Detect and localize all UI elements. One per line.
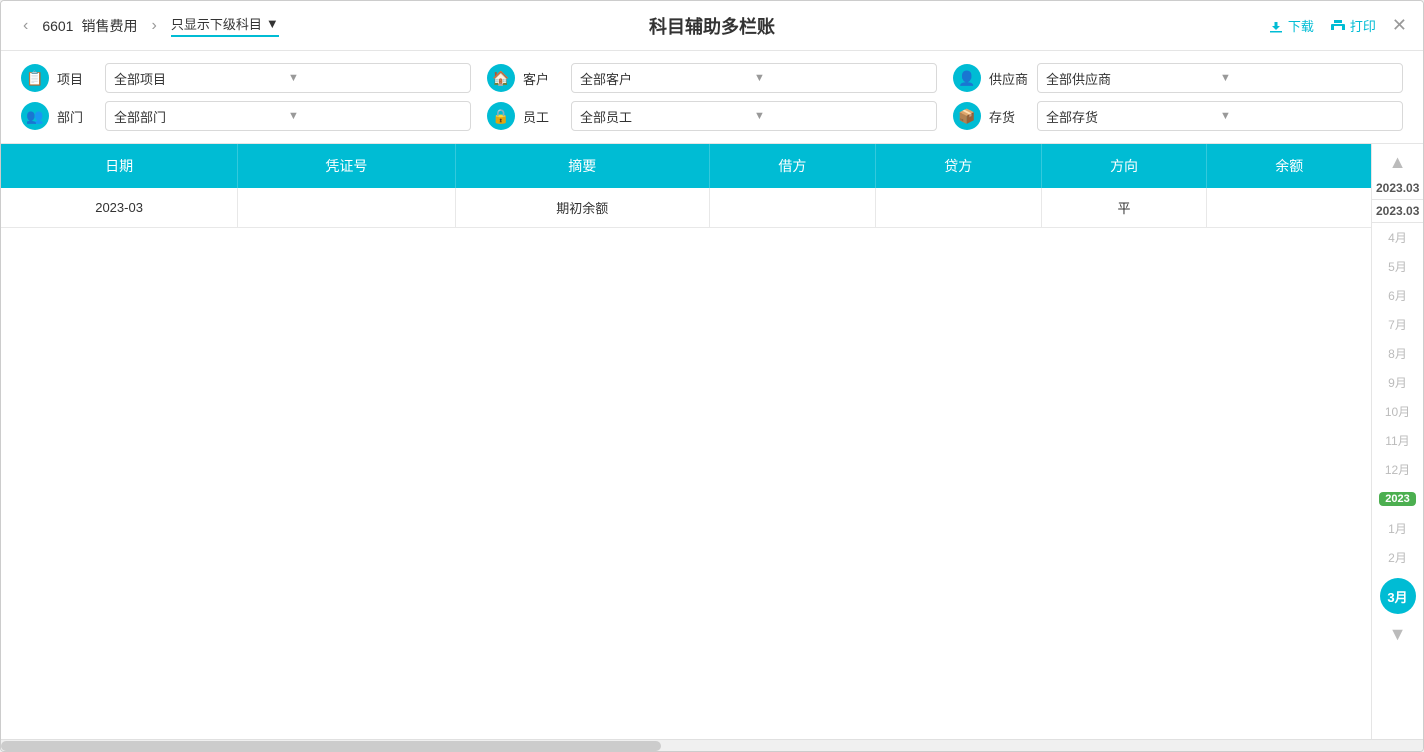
timeline-month-10[interactable]: 10月 (1372, 397, 1423, 426)
timeline-header-2[interactable]: 2023.03 (1372, 200, 1423, 223)
timeline-month-9[interactable]: 9月 (1372, 368, 1423, 397)
supplier-select[interactable]: 全部供应商 ▼ (1037, 63, 1403, 93)
cell-debit (709, 188, 875, 228)
timeline-down-button[interactable]: ▼ (1385, 620, 1411, 649)
supplier-icon: 👤 (953, 64, 981, 92)
col-credit: 贷方 (875, 144, 1041, 188)
close-button[interactable]: ✕ (1392, 15, 1407, 36)
employee-icon: 🔒 (487, 102, 515, 130)
customer-select-arrow: ▼ (754, 72, 928, 84)
timeline-month-6[interactable]: 6月 (1372, 281, 1423, 310)
inventory-select-value: 全部存货 (1046, 107, 1220, 126)
timeline-month-3-active[interactable]: 3月 (1380, 578, 1416, 614)
filter-project: 📋 项目 全部项目 ▼ (13, 59, 479, 97)
timeline-month-2[interactable]: 2月 (1372, 543, 1423, 572)
timeline-header-1[interactable]: 2023.03 (1372, 177, 1423, 200)
cell-direction: 平 (1041, 188, 1207, 228)
col-debit: 借方 (709, 144, 875, 188)
col-voucher: 凭证号 (238, 144, 455, 188)
customer-select-value: 全部客户 (580, 69, 754, 88)
customer-label: 客户 (523, 69, 563, 88)
cell-date: 2023-03 (1, 188, 238, 228)
employee-select-arrow: ▼ (754, 110, 928, 122)
scrollbar-thumb[interactable] (1, 741, 661, 751)
account-name: 销售费用 (81, 16, 137, 36)
next-account-button[interactable]: › (145, 15, 162, 37)
ledger-table: 日期 凭证号 摘要 借方 贷方 方向 余额 2023-03 期初余额 平 (1, 144, 1371, 228)
timeline-months-section: 4月 5月 6月 7月 8月 9月 10月 11月 12月 2023 1月 2月… (1372, 223, 1423, 620)
filter-department: 👥 部门 全部部门 ▼ (13, 97, 479, 135)
timeline-month-12[interactable]: 12月 (1372, 455, 1423, 484)
department-label: 部门 (57, 107, 97, 126)
print-label: 打印 (1350, 16, 1376, 35)
show-sub-label: 只显示下级科目 (171, 14, 262, 33)
cell-summary: 期初余额 (455, 188, 709, 228)
project-icon: 📋 (21, 64, 49, 92)
download-icon (1268, 18, 1284, 34)
account-code: 6601 (42, 18, 73, 34)
cell-voucher (238, 188, 455, 228)
timeline-month-7[interactable]: 7月 (1372, 310, 1423, 339)
employee-select[interactable]: 全部员工 ▼ (571, 101, 937, 131)
filter-employee: 🔒 员工 全部员工 ▼ (479, 97, 945, 135)
col-summary: 摘要 (455, 144, 709, 188)
employee-label: 员工 (523, 107, 563, 126)
customer-icon: 🏠 (487, 64, 515, 92)
inventory-icon: 📦 (953, 102, 981, 130)
print-button[interactable]: 打印 (1330, 16, 1376, 35)
timeline-month-5[interactable]: 5月 (1372, 252, 1423, 281)
timeline-month-11[interactable]: 11月 (1372, 426, 1423, 455)
department-icon: 👥 (21, 102, 49, 130)
title-bar: ‹ 6601 销售费用 › 只显示下级科目 ▼ 科目辅助多栏账 下载 (1, 1, 1423, 51)
show-sub-arrow-icon: ▼ (266, 16, 279, 31)
table-row: 2023-03 期初余额 平 (1, 188, 1371, 228)
supplier-select-value: 全部供应商 (1046, 69, 1220, 88)
side-timeline[interactable]: ▲ 2023.03 2023.03 4月 5月 6月 7月 8月 9月 10月 … (1371, 144, 1423, 739)
supplier-select-arrow: ▼ (1220, 72, 1394, 84)
col-balance: 余额 (1207, 144, 1371, 188)
col-date: 日期 (1, 144, 238, 188)
main-window: ‹ 6601 销售费用 › 只显示下级科目 ▼ 科目辅助多栏账 下载 (0, 0, 1424, 752)
project-select-arrow: ▼ (288, 72, 462, 84)
filter-supplier: 👤 供应商 全部供应商 ▼ (945, 59, 1411, 97)
supplier-label: 供应商 (989, 69, 1029, 88)
department-select[interactable]: 全部部门 ▼ (105, 101, 471, 131)
page-title: 科目辅助多栏账 (649, 13, 775, 39)
project-select-value: 全部项目 (114, 69, 288, 88)
timeline-year-badge: 2023 (1379, 492, 1415, 506)
employee-select-value: 全部员工 (580, 107, 754, 126)
department-select-arrow: ▼ (288, 110, 462, 122)
horizontal-scrollbar[interactable] (1, 739, 1423, 751)
filter-customer: 🏠 客户 全部客户 ▼ (479, 59, 945, 97)
table-container[interactable]: 日期 凭证号 摘要 借方 贷方 方向 余额 2023-03 期初余额 平 (1, 144, 1371, 739)
download-button[interactable]: 下载 (1268, 16, 1314, 35)
table-area: 日期 凭证号 摘要 借方 贷方 方向 余额 2023-03 期初余额 平 ▲ (1, 144, 1423, 739)
cell-credit (875, 188, 1041, 228)
project-label: 项目 (57, 69, 97, 88)
print-icon (1330, 18, 1346, 34)
filter-bar: 📋 项目 全部项目 ▼ 🏠 客户 全部客户 ▼ 👤 供应商 全部供应商 ▼ (1, 51, 1423, 144)
department-select-value: 全部部门 (114, 107, 288, 126)
customer-select[interactable]: 全部客户 ▼ (571, 63, 937, 93)
inventory-label: 存货 (989, 107, 1029, 126)
project-select[interactable]: 全部项目 ▼ (105, 63, 471, 93)
timeline-month-1[interactable]: 1月 (1372, 514, 1423, 543)
timeline-up-button[interactable]: ▲ (1385, 148, 1411, 177)
prev-account-button[interactable]: ‹ (17, 15, 34, 37)
timeline-month-4[interactable]: 4月 (1372, 223, 1423, 252)
filter-inventory: 📦 存货 全部存货 ▼ (945, 97, 1411, 135)
timeline-active-month-container: 3月 (1380, 572, 1416, 620)
inventory-select[interactable]: 全部存货 ▼ (1037, 101, 1403, 131)
timeline-month-8[interactable]: 8月 (1372, 339, 1423, 368)
inventory-select-arrow: ▼ (1220, 110, 1394, 122)
download-label: 下载 (1288, 16, 1314, 35)
table-body: 2023-03 期初余额 平 (1, 188, 1371, 228)
col-direction: 方向 (1041, 144, 1207, 188)
show-sub-toggle[interactable]: 只显示下级科目 ▼ (171, 14, 279, 37)
table-header-row: 日期 凭证号 摘要 借方 贷方 方向 余额 (1, 144, 1371, 188)
cell-balance (1207, 188, 1371, 228)
title-bar-right: 下载 打印 ✕ (1268, 15, 1407, 36)
timeline-year-badge-container: 2023 (1379, 484, 1415, 514)
title-bar-left: ‹ 6601 销售费用 › 只显示下级科目 ▼ (17, 14, 279, 37)
